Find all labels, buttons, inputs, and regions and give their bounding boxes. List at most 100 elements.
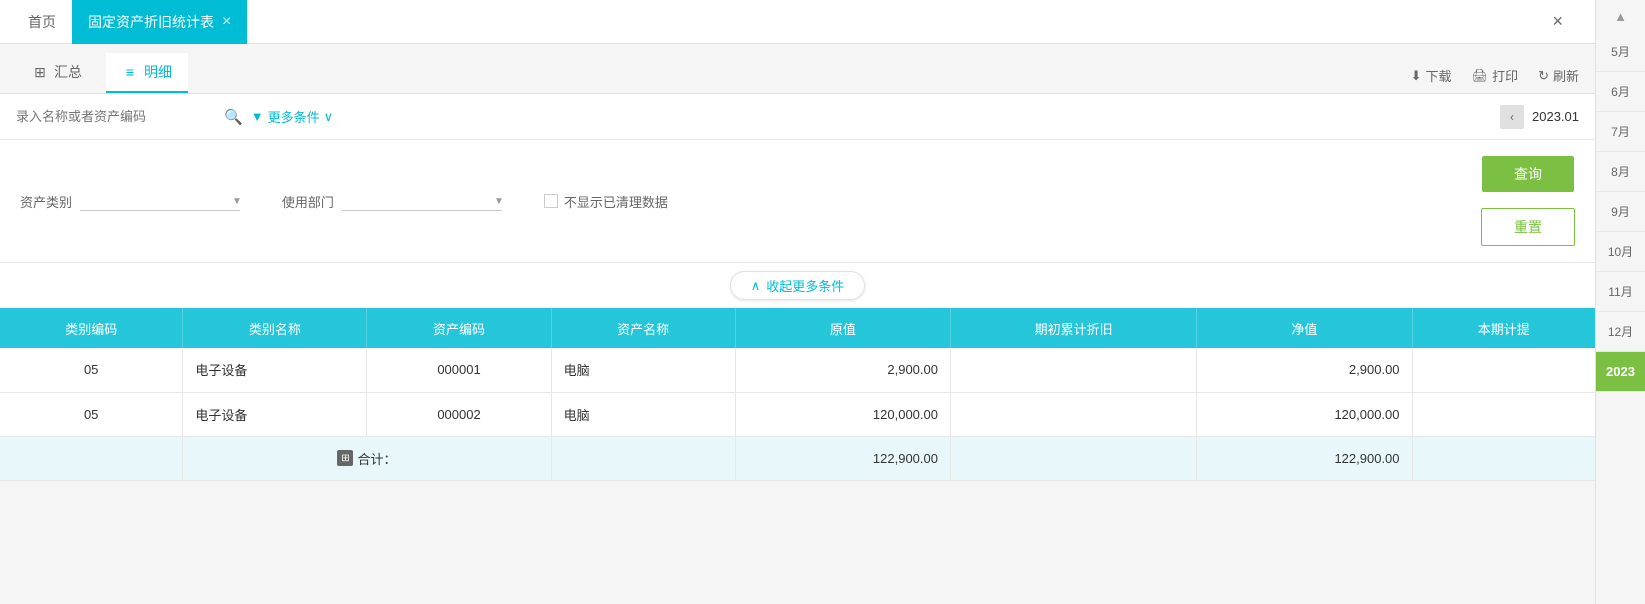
asset-type-label: 资产类别 xyxy=(20,192,72,211)
month-8[interactable]: 8月 xyxy=(1596,152,1645,192)
refresh-button[interactable]: ↻ 刷新 xyxy=(1538,66,1579,85)
date-label: 2023.01 xyxy=(1532,109,1579,124)
print-label: 打印 xyxy=(1492,66,1518,85)
download-button[interactable]: ⬇ 下载 xyxy=(1411,66,1452,85)
nav-tab-label: 固定资产折旧统计表 xyxy=(88,12,214,32)
filter-row: 资产类别 ▼ 使用部门 ▼ 不显示已清理数据 查询 重置 xyxy=(20,156,1575,246)
refresh-icon: ↻ xyxy=(1538,68,1549,84)
department-arrow-icon: ▼ xyxy=(494,196,504,207)
month-9[interactable]: 9月 xyxy=(1596,192,1645,232)
main-content: 首页 固定资产折旧统计表 × × ⊞ 汇总 ≡ 明细 ⬇ 下载 xyxy=(0,0,1595,604)
search-bar-right: ‹ 2023.01 xyxy=(1500,105,1579,129)
table-header-row: 类别编码 类别名称 资产编码 资产名称 原值 期初累计折旧 净值 本期计提 xyxy=(0,308,1595,348)
hide-cleared-group: 不显示已清理数据 xyxy=(544,192,668,211)
total-label: ⊞ 合计： xyxy=(195,449,538,468)
cell-asset-name: 电脑 xyxy=(551,392,735,436)
tab-summary-label: 汇总 xyxy=(54,62,82,82)
print-icon: 🖨 xyxy=(1472,68,1489,84)
tab-detail-label: 明细 xyxy=(144,62,172,82)
hide-cleared-checkbox[interactable] xyxy=(544,194,558,208)
cell-category-name: 电子设备 xyxy=(183,348,367,392)
prev-period-button[interactable]: ‹ xyxy=(1500,105,1524,129)
month-5[interactable]: 5月 xyxy=(1596,32,1645,72)
month-10[interactable]: 10月 xyxy=(1596,232,1645,272)
total-original-value: 122,900.00 xyxy=(735,436,950,480)
download-label: 下载 xyxy=(1426,66,1452,85)
month-11[interactable]: 11月 xyxy=(1596,272,1645,312)
top-nav: 首页 固定资产折旧统计表 × × xyxy=(0,0,1595,44)
department-label: 使用部门 xyxy=(282,192,334,211)
table-container: 类别编码 类别名称 资产编码 资产名称 原值 期初累计折旧 净值 本期计提 05… xyxy=(0,308,1595,481)
cell-category-code: 05 xyxy=(0,392,183,436)
sub-tab-bar: ⊞ 汇总 ≡ 明细 ⬇ 下载 🖨 打印 ↻ 刷新 xyxy=(0,44,1595,94)
col-original-value: 原值 xyxy=(735,308,950,348)
filter-icon: ▼ xyxy=(251,109,264,124)
cell-current-depreciation xyxy=(1412,348,1595,392)
refresh-label: 刷新 xyxy=(1553,66,1579,85)
collapse-button[interactable]: ∧ 收起更多条件 xyxy=(730,271,866,300)
total-icon: ⊞ xyxy=(337,450,353,466)
col-accumulated-depreciation: 期初累计折旧 xyxy=(950,308,1196,348)
filter-chevron-icon: ∨ xyxy=(324,109,334,125)
total-icon-cell xyxy=(0,436,183,480)
search-input[interactable] xyxy=(16,109,216,124)
toolbar-right: ⬇ 下载 🖨 打印 ↻ 刷新 xyxy=(1411,66,1579,93)
table-row[interactable]: 05 电子设备 000002 电脑 120,000.00 120,000.00 xyxy=(0,392,1595,436)
asset-type-group: 资产类别 ▼ xyxy=(20,191,242,211)
data-table: 类别编码 类别名称 资产编码 资产名称 原值 期初累计折旧 净值 本期计提 05… xyxy=(0,308,1595,481)
total-label-cell: ⊞ 合计： xyxy=(183,436,551,480)
query-button[interactable]: 查询 xyxy=(1482,156,1574,192)
total-text: 合计： xyxy=(357,449,396,468)
tab-detail[interactable]: ≡ 明细 xyxy=(106,53,188,93)
filter-label: 更多条件 xyxy=(268,107,320,126)
col-asset-code: 资产编码 xyxy=(367,308,551,348)
year-badge[interactable]: 2023 xyxy=(1596,352,1645,392)
total-empty-name xyxy=(551,436,735,480)
tab-summary[interactable]: ⊞ 汇总 xyxy=(16,53,98,93)
filter-button[interactable]: ▼ 更多条件 ∨ xyxy=(251,107,333,126)
col-category-name: 类别名称 xyxy=(183,308,367,348)
cell-asset-code: 000001 xyxy=(367,348,551,392)
window-close-button[interactable]: × xyxy=(1536,11,1579,32)
cell-category-code: 05 xyxy=(0,348,183,392)
nav-tab-active[interactable]: 固定资产折旧统计表 × xyxy=(72,0,247,44)
cell-original-value: 2,900.00 xyxy=(735,348,950,392)
total-row: ⊞ 合计： 122,900.00 122,900.00 xyxy=(0,436,1595,480)
col-net-value: 净值 xyxy=(1197,308,1412,348)
nav-home[interactable]: 首页 xyxy=(16,12,68,32)
department-group: 使用部门 ▼ xyxy=(282,191,504,211)
cell-net-value: 120,000.00 xyxy=(1197,392,1412,436)
cell-asset-code: 000002 xyxy=(367,392,551,436)
right-sidebar: ▲ 5月 6月 7月 8月 9月 10月 11月 12月 2023 xyxy=(1595,0,1645,604)
print-button[interactable]: 🖨 打印 xyxy=(1472,66,1519,85)
col-category-code: 类别编码 xyxy=(0,308,183,348)
month-7[interactable]: 7月 xyxy=(1596,112,1645,152)
cell-current-depreciation xyxy=(1412,392,1595,436)
col-asset-name: 资产名称 xyxy=(551,308,735,348)
month-12[interactable]: 12月 xyxy=(1596,312,1645,352)
scroll-up-button[interactable]: ▲ xyxy=(1596,0,1645,32)
month-6[interactable]: 6月 xyxy=(1596,72,1645,112)
total-current-depreciation xyxy=(1412,436,1595,480)
department-select[interactable] xyxy=(342,191,502,211)
cell-asset-name: 电脑 xyxy=(551,348,735,392)
download-icon: ⬇ xyxy=(1411,68,1422,84)
cell-category-name: 电子设备 xyxy=(183,392,367,436)
nav-tab-close[interactable]: × xyxy=(222,13,231,31)
cell-net-value: 2,900.00 xyxy=(1197,348,1412,392)
asset-type-arrow-icon: ▼ xyxy=(232,196,242,207)
collapse-row: ∧ 收起更多条件 xyxy=(0,263,1595,308)
reset-button[interactable]: 重置 xyxy=(1481,208,1575,246)
cell-original-value: 120,000.00 xyxy=(735,392,950,436)
asset-type-select[interactable] xyxy=(80,191,240,211)
collapse-up-icon: ∧ xyxy=(751,278,761,294)
btn-group: 查询 重置 xyxy=(1481,156,1575,246)
detail-icon: ≡ xyxy=(122,64,138,80)
search-bar: 🔍 ▼ 更多条件 ∨ ‹ 2023.01 xyxy=(0,94,1595,140)
cell-accumulated-depreciation xyxy=(950,392,1196,436)
search-icon: 🔍 xyxy=(224,108,243,126)
col-current-depreciation: 本期计提 xyxy=(1412,308,1595,348)
filter-area: 资产类别 ▼ 使用部门 ▼ 不显示已清理数据 查询 重置 xyxy=(0,140,1595,263)
table-row[interactable]: 05 电子设备 000001 电脑 2,900.00 2,900.00 xyxy=(0,348,1595,392)
summary-icon: ⊞ xyxy=(32,64,48,80)
